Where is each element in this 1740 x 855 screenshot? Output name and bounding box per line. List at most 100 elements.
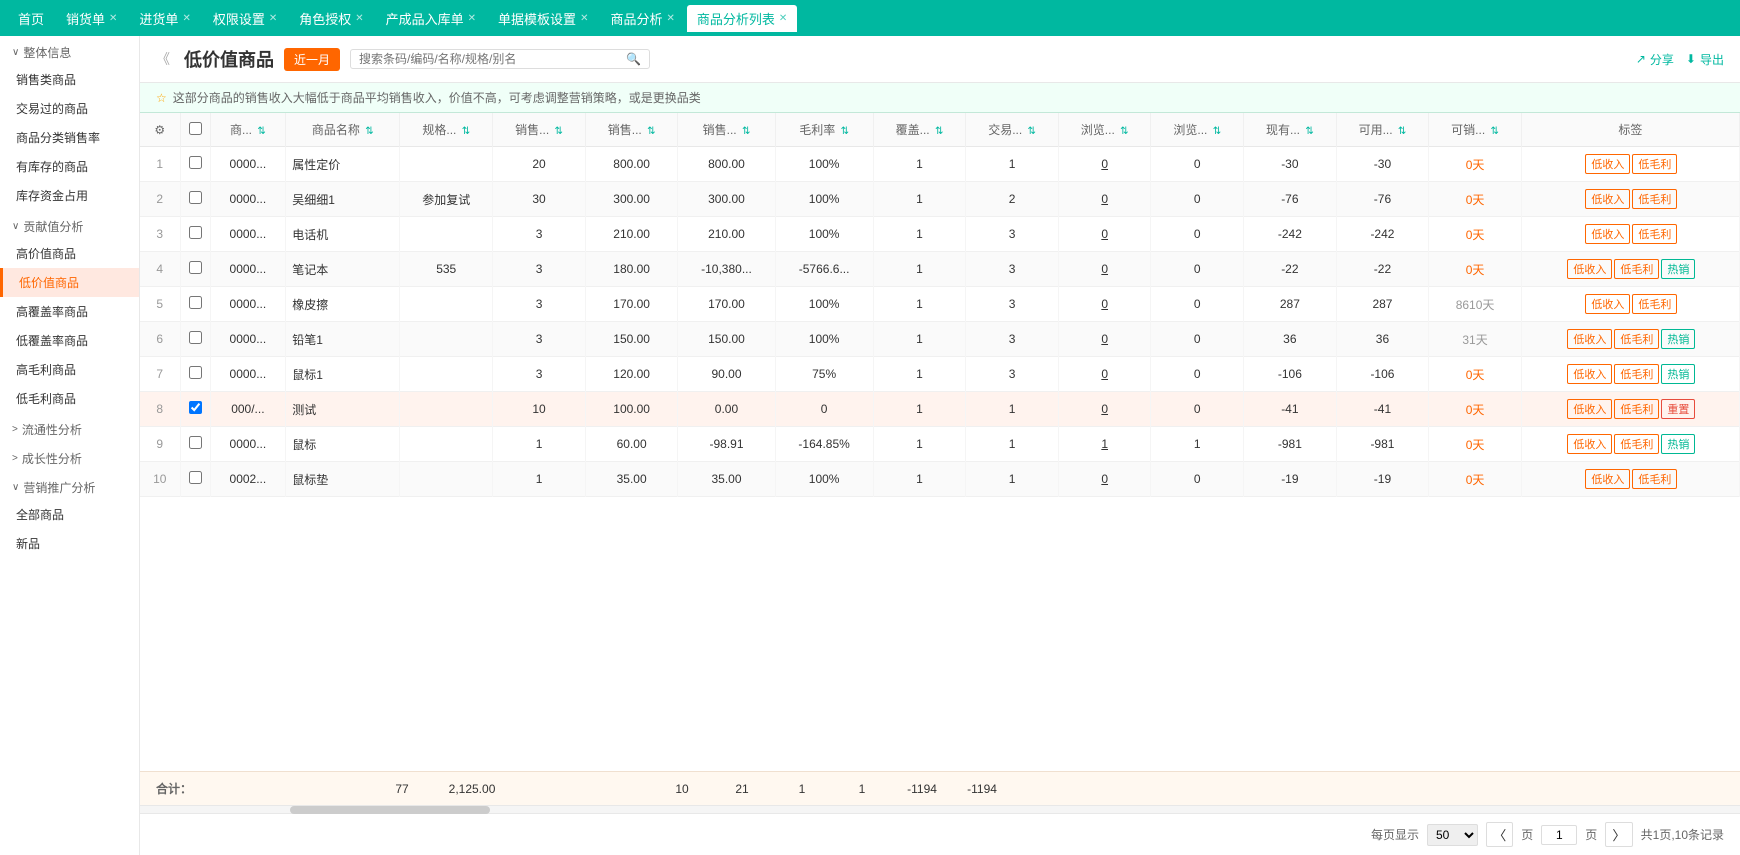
cell-browse1[interactable]: 0 [1058, 182, 1151, 217]
browse-link[interactable]: 0 [1101, 192, 1108, 206]
nav-permission[interactable]: 权限设置 ✕ [203, 5, 287, 32]
row-checkbox[interactable] [189, 261, 202, 274]
nav-purchase[interactable]: 进货单 ✕ [129, 5, 200, 32]
browse-link[interactable]: 0 [1101, 262, 1108, 276]
cell-checkbox[interactable] [180, 322, 210, 357]
cell-browse1[interactable]: 0 [1058, 147, 1151, 182]
nav-role[interactable]: 角色授权 ✕ [289, 5, 373, 32]
row-checkbox[interactable] [189, 331, 202, 344]
cell-checkbox[interactable] [180, 462, 210, 497]
nav-role-close[interactable]: ✕ [355, 13, 363, 24]
browse-link[interactable]: 0 [1101, 367, 1108, 381]
export-button[interactable]: ⬇ 导出 [1686, 51, 1724, 68]
cell-browse1[interactable]: 0 [1058, 462, 1151, 497]
row-checkbox[interactable] [189, 436, 202, 449]
col-gross-margin[interactable]: 毛利率 ⇅ [775, 113, 873, 147]
sidebar-item-new-goods[interactable]: 新品 [0, 529, 139, 558]
row-checkbox[interactable] [189, 226, 202, 239]
nav-analysis-close[interactable]: ✕ [666, 13, 674, 24]
nav-template[interactable]: 单据模板设置 ✕ [488, 5, 598, 32]
cell-checkbox[interactable] [180, 252, 210, 287]
col-available[interactable]: 可用... ⇅ [1336, 113, 1429, 147]
col-checkbox[interactable] [180, 113, 210, 147]
col-current[interactable]: 现有... ⇅ [1244, 113, 1337, 147]
row-checkbox[interactable] [189, 471, 202, 484]
cell-checkbox[interactable] [180, 182, 210, 217]
share-button[interactable]: ↗ 分享 [1636, 51, 1674, 68]
browse-link[interactable]: 0 [1101, 402, 1108, 416]
sidebar-item-category-rate[interactable]: 商品分类销售率 [0, 123, 139, 152]
sidebar-group-overall[interactable]: ∨ 整体信息 [0, 36, 139, 65]
sidebar-group-growth[interactable]: > 成长性分析 [0, 442, 139, 471]
row-checkbox[interactable] [189, 191, 202, 204]
nav-template-close[interactable]: ✕ [580, 13, 588, 24]
page-size-select[interactable]: 50 100 [1427, 824, 1478, 846]
browse-link[interactable]: 0 [1101, 472, 1108, 486]
sidebar-item-all-goods[interactable]: 全部商品 [0, 500, 139, 529]
cell-checkbox[interactable] [180, 147, 210, 182]
sidebar-item-high-coverage[interactable]: 高覆盖率商品 [0, 297, 139, 326]
browse-link[interactable]: 0 [1101, 227, 1108, 241]
cell-browse1[interactable]: 0 [1058, 217, 1151, 252]
prev-page-button[interactable]: 〈 [1486, 822, 1513, 847]
sidebar-item-low-value[interactable]: 低价值商品 [0, 268, 139, 297]
cell-checkbox[interactable] [180, 287, 210, 322]
col-name[interactable]: 商品名称 ⇅ [286, 113, 400, 147]
nav-analysis-list[interactable]: 商品分析列表 ✕ [687, 5, 797, 32]
nav-sales[interactable]: 销货单 ✕ [56, 5, 127, 32]
col-sellable[interactable]: 可销... ⇅ [1429, 113, 1522, 147]
sidebar-item-high-value[interactable]: 高价值商品 [0, 239, 139, 268]
nav-permission-close[interactable]: ✕ [269, 13, 277, 24]
col-browse2[interactable]: 浏览... ⇅ [1151, 113, 1244, 147]
nav-analysis[interactable]: 商品分析 ✕ [600, 5, 684, 32]
col-sale-amt[interactable]: 销售... ⇅ [585, 113, 678, 147]
sidebar-group-flow[interactable]: > 流通性分析 [0, 413, 139, 442]
sidebar-item-stock-goods[interactable]: 有库存的商品 [0, 152, 139, 181]
nav-analysis-list-close[interactable]: ✕ [779, 13, 787, 24]
cell-browse1[interactable]: 0 [1058, 322, 1151, 357]
row-checkbox[interactable] [189, 366, 202, 379]
cell-browse1[interactable]: 1 [1058, 427, 1151, 462]
nav-purchase-close[interactable]: ✕ [182, 13, 190, 24]
row-checkbox[interactable] [189, 156, 202, 169]
search-input[interactable] [359, 52, 626, 66]
cell-browse1[interactable]: 0 [1058, 357, 1151, 392]
cell-checkbox[interactable] [180, 357, 210, 392]
scrollbar-area[interactable] [140, 805, 1740, 813]
sidebar-group-marketing[interactable]: ∨ 营销推广分析 [0, 471, 139, 500]
col-code[interactable]: 商... ⇅ [210, 113, 286, 147]
sidebar-item-high-gross[interactable]: 高毛利商品 [0, 355, 139, 384]
row-checkbox[interactable] [189, 296, 202, 309]
nav-product-close[interactable]: ✕ [468, 13, 476, 24]
nav-product[interactable]: 产成品入库单 ✕ [376, 5, 486, 32]
nav-sales-close[interactable]: ✕ [109, 13, 117, 24]
sidebar-item-low-gross[interactable]: 低毛利商品 [0, 384, 139, 413]
cell-checkbox[interactable] [180, 427, 210, 462]
filter-recent-month-button[interactable]: 近一月 [284, 48, 340, 71]
select-all-checkbox[interactable] [189, 122, 202, 135]
scrollbar-thumb[interactable] [290, 806, 490, 814]
collapse-sidebar-button[interactable]: 《 [156, 49, 170, 69]
cell-browse1[interactable]: 0 [1058, 392, 1151, 427]
cell-checkbox[interactable] [180, 217, 210, 252]
col-trade[interactable]: 交易... ⇅ [966, 113, 1059, 147]
col-sale-qty[interactable]: 销售... ⇅ [493, 113, 586, 147]
col-spec[interactable]: 规格... ⇅ [400, 113, 493, 147]
nav-home[interactable]: 首页 [8, 5, 54, 32]
col-gear[interactable]: ⚙ [140, 113, 180, 147]
search-icon[interactable]: 🔍 [626, 52, 641, 66]
sidebar-item-low-coverage[interactable]: 低覆盖率商品 [0, 326, 139, 355]
browse-link[interactable]: 0 [1101, 297, 1108, 311]
col-sale-avg[interactable]: 销售... ⇅ [678, 113, 775, 147]
sidebar-item-inventory-fund[interactable]: 库存资金占用 [0, 181, 139, 210]
col-tags[interactable]: 标签 [1521, 113, 1739, 147]
sidebar-group-contribution[interactable]: ∨ 贡献值分析 [0, 210, 139, 239]
col-browse1[interactable]: 浏览... ⇅ [1058, 113, 1151, 147]
browse-link[interactable]: 0 [1101, 157, 1108, 171]
row-checkbox[interactable] [189, 401, 202, 414]
browse-link[interactable]: 1 [1101, 437, 1108, 451]
page-number-input[interactable] [1541, 825, 1577, 845]
next-page-button[interactable]: 〉 [1605, 822, 1632, 847]
cell-checkbox[interactable] [180, 392, 210, 427]
col-coverage[interactable]: 覆盖... ⇅ [873, 113, 966, 147]
